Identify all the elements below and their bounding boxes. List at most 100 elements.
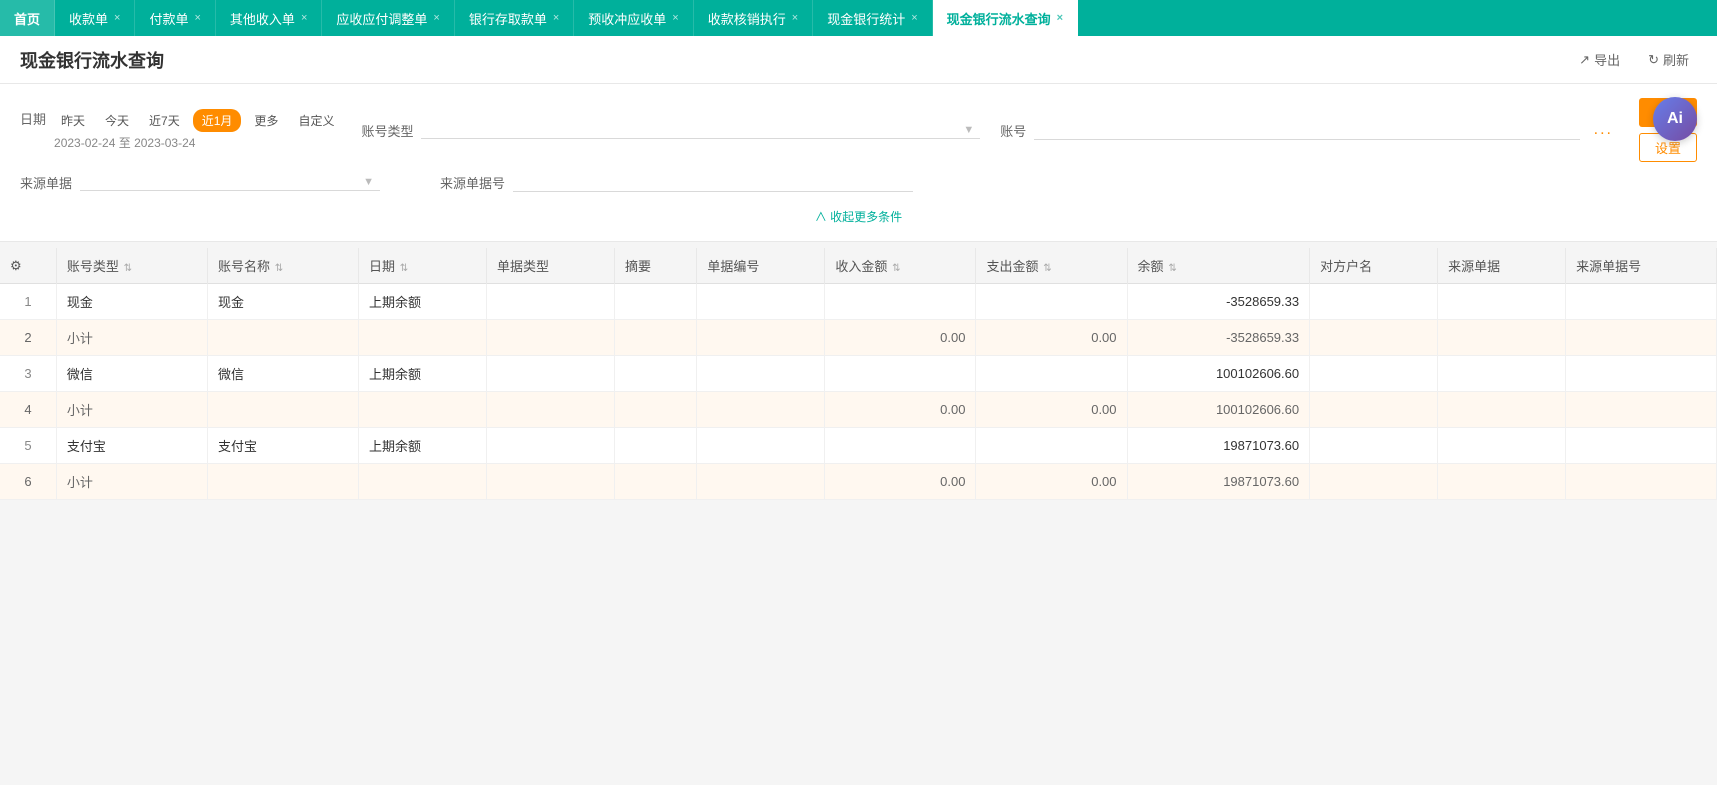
ai-badge[interactable]: Ai [1653, 97, 1697, 141]
cell-index: 3 [0, 356, 56, 392]
date-shortcut-近1月[interactable]: 近1月 [193, 109, 242, 132]
page-header: 现金银行流水查询 ↗ 导出 ↻ 刷新 [0, 36, 1717, 84]
cell-doc-no [697, 464, 825, 500]
date-shortcut-自定义[interactable]: 自定义 [291, 109, 341, 132]
cell-account-type: 微信 [56, 356, 207, 392]
nav-item-cash-stat[interactable]: 现金银行统计× [813, 0, 932, 36]
nav-close-icon[interactable]: × [672, 12, 678, 24]
cell-balance: -3528659.33 [1127, 284, 1310, 320]
cell-source-doc-no [1566, 464, 1717, 500]
cell-account-type: 现金 [56, 284, 207, 320]
col-header-doc_type: 单据类型 [487, 248, 615, 284]
cell-index: 6 [0, 464, 56, 500]
cell-summary [614, 284, 696, 320]
cell-account-name: 微信 [207, 356, 358, 392]
table-row: 2小计0.000.00-3528659.33 [0, 320, 1717, 356]
cell-expense: 0.00 [976, 464, 1127, 500]
nav-item-home[interactable]: 首页 [0, 0, 55, 36]
nav-item-payment[interactable]: 付款单× [135, 0, 215, 36]
cell-index: 2 [0, 320, 56, 356]
ai-label: Ai [1667, 110, 1683, 128]
cell-doc-no [697, 392, 825, 428]
cell-income [825, 284, 976, 320]
nav-close-icon[interactable]: × [553, 12, 559, 24]
nav-item-other-income[interactable]: 其他收入单× [216, 0, 322, 36]
cell-account-type: 小计 [56, 464, 207, 500]
cell-source-doc-no [1566, 284, 1717, 320]
col-header-doc_no: 单据编号 [697, 248, 825, 284]
nav-item-cash-flow[interactable]: 现金银行流水查询× [933, 0, 1078, 36]
source-doc-select[interactable]: ▼ [80, 174, 380, 191]
account-type-select[interactable]: ▼ [421, 122, 980, 139]
account-input[interactable] [1034, 120, 1579, 140]
col-header-counterpart: 对方户名 [1310, 248, 1438, 284]
filter-row-2: 来源单据 ▼ 来源单据号 [20, 172, 1697, 192]
nav-item-adjustment[interactable]: 应收应付调整单× [322, 0, 454, 36]
refresh-icon: ↻ [1648, 52, 1659, 68]
cell-counterpart [1310, 428, 1438, 464]
col-header-expense[interactable]: 支出金额 ⇅ [976, 248, 1127, 284]
cell-date [359, 464, 487, 500]
account-dots-button[interactable]: ... [1588, 121, 1619, 139]
cell-source-doc [1438, 320, 1566, 356]
cell-doc-type [487, 392, 615, 428]
cell-expense [976, 356, 1127, 392]
nav-close-icon[interactable]: × [194, 12, 200, 24]
nav-close-icon[interactable]: × [792, 12, 798, 24]
cell-account-type: 小计 [56, 392, 207, 428]
cell-source-doc [1438, 464, 1566, 500]
cell-expense: 0.00 [976, 392, 1127, 428]
table-row: 4小计0.000.00100102606.60 [0, 392, 1717, 428]
nav-close-icon[interactable]: × [114, 12, 120, 24]
date-shortcut-近7天[interactable]: 近7天 [142, 109, 187, 132]
col-header-date[interactable]: 日期 ⇅ [359, 248, 487, 284]
source-doc-group: 来源单据 ▼ [20, 173, 420, 192]
cell-source-doc-no [1566, 356, 1717, 392]
date-filter-group: 日期 昨天今天近7天近1月更多自定义 2023-02-24 至 2023-03-… [20, 109, 341, 151]
date-shortcut-昨天[interactable]: 昨天 [54, 109, 92, 132]
account-label: 账号 [1000, 121, 1026, 140]
nav-close-icon[interactable]: × [1057, 12, 1063, 24]
col-header-balance[interactable]: 余额 ⇅ [1127, 248, 1310, 284]
nav-item-writeoff[interactable]: 收款核销执行× [694, 0, 813, 36]
cell-account-name: 支付宝 [207, 428, 358, 464]
cell-income: 0.00 [825, 392, 976, 428]
nav-item-receipt[interactable]: 收款单× [55, 0, 135, 36]
export-button[interactable]: ↗ 导出 [1571, 46, 1628, 73]
nav-item-advance-receipt[interactable]: 预收冲应收单× [574, 0, 693, 36]
date-shortcut-更多[interactable]: 更多 [247, 109, 285, 132]
nav-close-icon[interactable]: × [301, 12, 307, 24]
refresh-button[interactable]: ↻ 刷新 [1640, 46, 1697, 73]
cell-balance: 19871073.60 [1127, 428, 1310, 464]
source-doc-no-group: 来源单据号 [440, 172, 1697, 192]
col-header-account_type[interactable]: 账号类型 ⇅ [56, 248, 207, 284]
cell-index: 4 [0, 392, 56, 428]
data-table: ⚙ 账号类型 ⇅账号名称 ⇅日期 ⇅单据类型摘要单据编号收入金额 ⇅支出金额 ⇅余… [0, 248, 1717, 500]
nav-close-icon[interactable]: × [433, 12, 439, 24]
cell-summary [614, 428, 696, 464]
cell-account-name [207, 320, 358, 356]
page-title: 现金银行流水查询 [20, 47, 164, 73]
cell-balance: 100102606.60 [1127, 356, 1310, 392]
source-doc-no-input[interactable] [513, 172, 913, 192]
settings-icon[interactable]: ⚙ [10, 258, 22, 273]
nav-close-icon[interactable]: × [911, 12, 917, 24]
collapse-bar[interactable]: ∧ 收起更多条件 [20, 202, 1697, 231]
cell-account-name [207, 392, 358, 428]
cell-source-doc [1438, 392, 1566, 428]
col-header-account_name[interactable]: 账号名称 ⇅ [207, 248, 358, 284]
nav-item-bank-deposit[interactable]: 银行存取款单× [455, 0, 574, 36]
cell-counterpart [1310, 392, 1438, 428]
table-area: ⚙ 账号类型 ⇅账号名称 ⇅日期 ⇅单据类型摘要单据编号收入金额 ⇅支出金额 ⇅余… [0, 248, 1717, 500]
cell-expense [976, 428, 1127, 464]
cell-income [825, 356, 976, 392]
source-doc-chevron-icon: ▼ [363, 176, 374, 188]
col-header-gear: ⚙ [0, 248, 56, 284]
col-header-income[interactable]: 收入金额 ⇅ [825, 248, 976, 284]
cell-counterpart [1310, 284, 1438, 320]
table-header-row: ⚙ 账号类型 ⇅账号名称 ⇅日期 ⇅单据类型摘要单据编号收入金额 ⇅支出金额 ⇅余… [0, 248, 1717, 284]
col-header-source_doc: 来源单据 [1438, 248, 1566, 284]
col-header-summary: 摘要 [614, 248, 696, 284]
cell-doc-no [697, 284, 825, 320]
date-shortcut-今天[interactable]: 今天 [98, 109, 136, 132]
